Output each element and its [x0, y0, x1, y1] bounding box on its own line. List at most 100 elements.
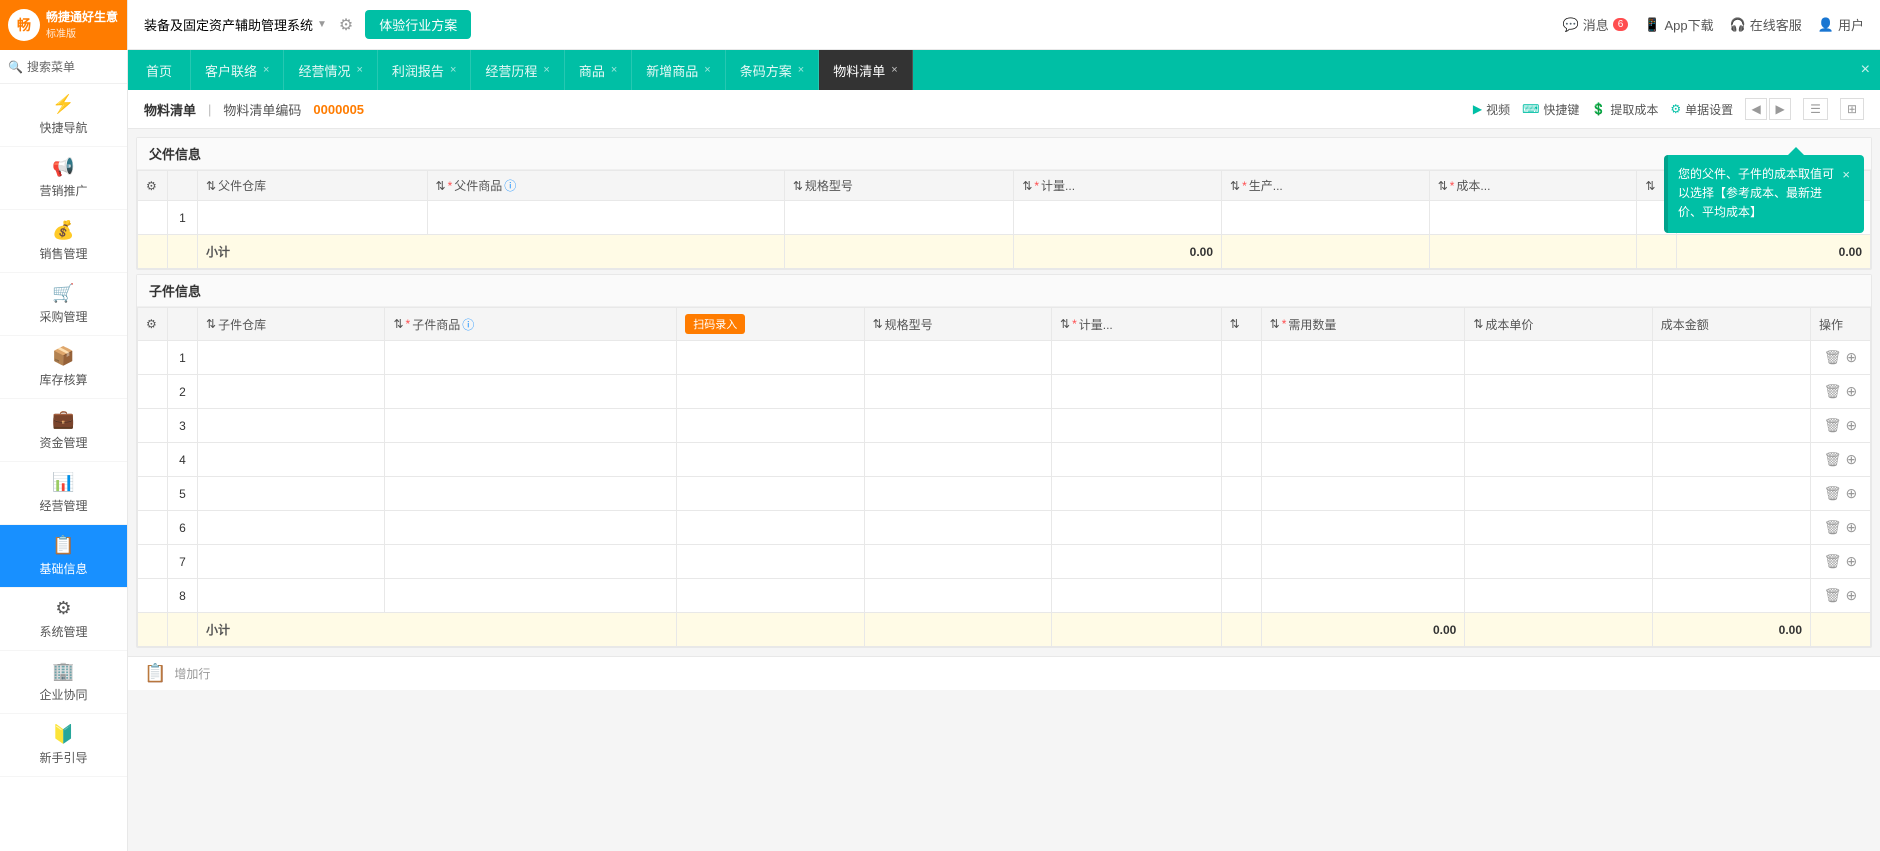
sidebar-item-basic[interactable]: 📋 基础信息 [0, 525, 127, 588]
child-row-3-unit[interactable] [1052, 409, 1222, 443]
parent-row-1-goods[interactable] [427, 201, 784, 235]
parent-row-1-spec[interactable] [784, 201, 1014, 235]
child-row-6-spec[interactable] [864, 511, 1051, 545]
parent-spacer-sort[interactable]: ⇅ [1645, 179, 1655, 193]
child-row-7-goods[interactable] [385, 545, 677, 579]
child-row-6-warehouse[interactable] [198, 511, 385, 545]
tab-operations[interactable]: 经营情况 × [284, 50, 377, 90]
copy-icon-2[interactable]: ⊕ [1846, 383, 1858, 400]
tooltip-close-button[interactable]: × [1842, 165, 1850, 186]
tab-barcode[interactable]: 条码方案 × [726, 50, 819, 90]
sidebar-item-marketing[interactable]: 📢 营销推广 [0, 147, 127, 210]
view-action[interactable]: ▶ 视频 [1473, 101, 1510, 118]
sidebar-item-finance[interactable]: 💼 资金管理 [0, 399, 127, 462]
tab-customer-close[interactable]: × [263, 64, 269, 76]
child-row-6-quantity[interactable] [1261, 511, 1465, 545]
tab-operations-close[interactable]: × [356, 64, 362, 76]
parent-spec-sort[interactable]: ⇅ [793, 179, 803, 193]
sidebar-item-sales[interactable]: 💰 销售管理 [0, 210, 127, 273]
child-row-1-warehouse[interactable] [198, 341, 385, 375]
child-warehouse-sort[interactable]: ⇅ [206, 317, 216, 331]
delete-icon-7[interactable]: 🗑 [1824, 553, 1842, 570]
tab-history[interactable]: 经营历程 × [471, 50, 564, 90]
cost-action[interactable]: 💲 提取成本 [1591, 101, 1658, 118]
child-row-2-spec[interactable] [864, 375, 1051, 409]
tab-goods-close[interactable]: × [611, 64, 617, 76]
tab-goods[interactable]: 商品 × [565, 50, 632, 90]
child-row-5-spec[interactable] [864, 477, 1051, 511]
copy-icon-3[interactable]: ⊕ [1846, 417, 1858, 434]
delete-icon-3[interactable]: 🗑 [1824, 417, 1842, 434]
child-row-3-quantity[interactable] [1261, 409, 1465, 443]
child-row-8-unit[interactable] [1052, 579, 1222, 613]
trial-button[interactable]: 体验行业方案 [365, 10, 471, 39]
parent-row-1-warehouse[interactable] [198, 201, 428, 235]
child-row-5-goods[interactable] [385, 477, 677, 511]
parent-col-settings[interactable]: ⚙ [138, 171, 168, 201]
tab-add-goods[interactable]: 新增商品 × [632, 50, 725, 90]
child-row-7-unit[interactable] [1052, 545, 1222, 579]
child-row-6-unit-price[interactable] [1465, 511, 1652, 545]
child-row-8-warehouse[interactable] [198, 579, 385, 613]
copy-icon-1[interactable]: ⊕ [1846, 349, 1858, 366]
delete-icon-4[interactable]: 🗑 [1824, 451, 1842, 468]
settings-icon[interactable]: ⚙ [339, 15, 353, 35]
copy-icon-5[interactable]: ⊕ [1846, 485, 1858, 502]
child-spec-sort[interactable]: ⇅ [873, 317, 883, 331]
app-download-action[interactable]: 📱 App下载 [1644, 15, 1713, 34]
sidebar-item-enterprise[interactable]: 🏢 企业协同 [0, 651, 127, 714]
parent-warehouse-sort[interactable]: ⇅ [206, 179, 216, 193]
child-row-7-quantity[interactable] [1261, 545, 1465, 579]
parent-prod-sort[interactable]: ⇅ [1230, 179, 1240, 193]
child-row-4-warehouse[interactable] [198, 443, 385, 477]
sidebar-item-system[interactable]: ⚙ 系统管理 [0, 588, 127, 651]
sidebar-item-purchase[interactable]: 🛒 采购管理 [0, 273, 127, 336]
parent-row-1-cost[interactable] [1429, 201, 1637, 235]
sidebar-item-operations[interactable]: 📊 经营管理 [0, 462, 127, 525]
sidebar-item-guide[interactable]: 🔰 新手引导 [0, 714, 127, 777]
sidebar-item-quick-nav[interactable]: ⚡ 快捷导航 [0, 84, 127, 147]
child-row-5-quantity[interactable] [1261, 477, 1465, 511]
tab-bom[interactable]: 物料清单 × [819, 50, 912, 90]
child-row-5-unit-price[interactable] [1465, 477, 1652, 511]
child-row-2-quantity[interactable] [1261, 375, 1465, 409]
tab-barcode-close[interactable]: × [798, 64, 804, 76]
child-row-4-goods[interactable] [385, 443, 677, 477]
next-arrow[interactable]: ▶ [1769, 98, 1791, 120]
child-row-7-unit-price[interactable] [1465, 545, 1652, 579]
shortcut-action[interactable]: ⌨ 快捷键 [1522, 101, 1579, 118]
child-row-5-warehouse[interactable] [198, 477, 385, 511]
child-row-7-warehouse[interactable] [198, 545, 385, 579]
child-row-2-warehouse[interactable] [198, 375, 385, 409]
child-col-settings[interactable]: ⚙ [138, 308, 168, 341]
tab-bom-close[interactable]: × [891, 64, 897, 76]
add-row-icon[interactable]: 📋 [144, 663, 166, 684]
delete-icon-1[interactable]: 🗑 [1824, 349, 1842, 366]
user-action[interactable]: 👤 用户 [1818, 15, 1864, 34]
scan-button[interactable]: 扫码录入 [685, 314, 745, 334]
sidebar-item-inventory[interactable]: 📦 库存核算 [0, 336, 127, 399]
parent-row-1-production[interactable] [1222, 201, 1430, 235]
child-row-6-goods[interactable] [385, 511, 677, 545]
child-row-3-goods[interactable] [385, 409, 677, 443]
child-row-2-goods[interactable] [385, 375, 677, 409]
child-row-3-spec[interactable] [864, 409, 1051, 443]
copy-icon-8[interactable]: ⊕ [1846, 587, 1858, 604]
child-spacer-sort[interactable]: ⇅ [1230, 317, 1240, 331]
child-row-3-unit-price[interactable] [1465, 409, 1652, 443]
child-goods-sort[interactable]: ⇅ [393, 317, 403, 331]
child-row-8-unit-price[interactable] [1465, 579, 1652, 613]
tab-profit[interactable]: 利润报告 × [378, 50, 471, 90]
child-row-4-unit[interactable] [1052, 443, 1222, 477]
copy-icon-4[interactable]: ⊕ [1846, 451, 1858, 468]
child-row-1-quantity[interactable] [1261, 341, 1465, 375]
tab-home[interactable]: 首页 [128, 50, 191, 90]
message-action[interactable]: 💬 消息 6 [1563, 15, 1629, 34]
child-quantity-sort[interactable]: ⇅ [1270, 317, 1280, 331]
child-row-4-spec[interactable] [864, 443, 1051, 477]
child-unit-sort[interactable]: ⇅ [1060, 317, 1070, 331]
child-row-3-warehouse[interactable] [198, 409, 385, 443]
child-row-7-spec[interactable] [864, 545, 1051, 579]
child-row-6-unit[interactable] [1052, 511, 1222, 545]
child-row-4-unit-price[interactable] [1465, 443, 1652, 477]
